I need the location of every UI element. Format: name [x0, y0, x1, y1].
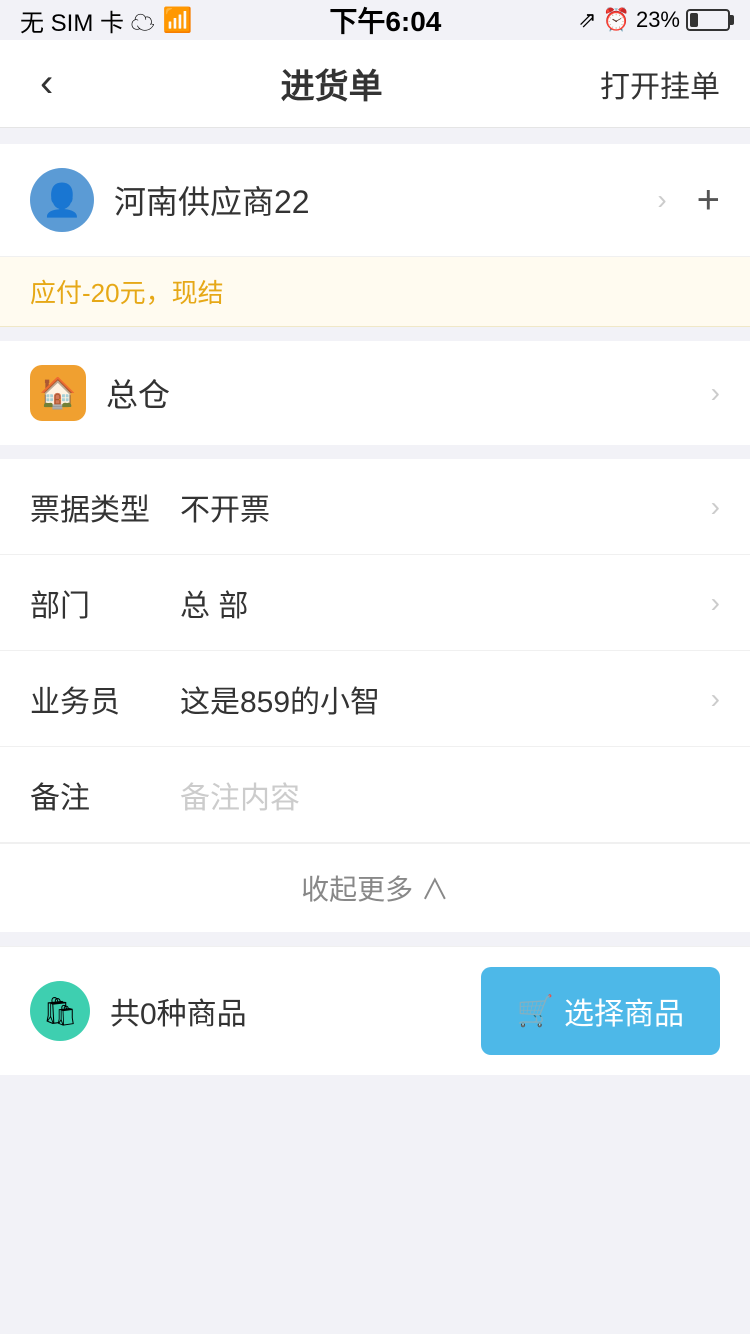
back-button[interactable]: ‹	[30, 51, 63, 116]
nav-bar: ‹ 进货单 打开挂单	[0, 40, 750, 128]
page-title: 进货单	[281, 59, 383, 108]
status-bar: 无 SIM 卡 ☁ 📶 下午6:04 ⇗ ⏰ 23%	[0, 0, 750, 40]
avatar-icon: 👤	[42, 181, 82, 219]
collapse-label: 收起更多 ∧	[301, 868, 449, 908]
warehouse-icon-bg: 🏠	[30, 365, 86, 421]
dept-row[interactable]: 部门 总 部 ›	[0, 555, 750, 651]
salesman-row[interactable]: 业务员 这是859的小智 ›	[0, 651, 750, 747]
collapse-row[interactable]: 收起更多 ∧	[0, 843, 750, 932]
salesman-value: 这是859的小智	[170, 677, 711, 721]
invoice-row[interactable]: 票据类型 不开票 ›	[0, 459, 750, 555]
dept-chevron-icon: ›	[711, 587, 720, 619]
warehouse-icon: 🏠	[39, 376, 76, 411]
battery-percent: 23%	[636, 7, 680, 33]
invoice-label: 票据类型	[30, 485, 170, 529]
supplier-section: 👤 河南供应商22 › + 应付-20元，现结	[0, 144, 750, 327]
product-icon-bg: 🛍	[30, 981, 90, 1041]
select-btn-label: 选择商品	[564, 989, 684, 1033]
dept-value: 总 部	[170, 581, 711, 625]
warehouse-section: 🏠 总仓 ›	[0, 341, 750, 445]
salesman-label: 业务员	[30, 677, 170, 721]
status-time: 下午6:04	[329, 0, 441, 40]
supplier-avatar: 👤	[30, 168, 94, 232]
supplier-chevron-icon: ›	[657, 184, 666, 216]
warehouse-row[interactable]: 🏠 总仓 ›	[0, 341, 750, 445]
supplier-name: 河南供应商22	[114, 177, 657, 223]
product-count: 共0种商品	[110, 989, 481, 1033]
product-icon: 🛍	[42, 995, 78, 1028]
wifi-icon: 📶	[163, 6, 193, 35]
top-divider	[0, 128, 750, 144]
location-icon: ⇗	[578, 7, 596, 33]
divider-1	[0, 327, 750, 341]
form-section: 票据类型 不开票 › 部门 总 部 › 业务员 这是859的小智 › 备注 备注…	[0, 459, 750, 932]
salesman-chevron-icon: ›	[711, 683, 720, 715]
warehouse-label: 总仓	[106, 370, 711, 416]
alert-text: 应付-20元，现结	[30, 278, 224, 308]
status-left: 无 SIM 卡 ☁ 📶	[20, 3, 193, 38]
invoice-value: 不开票	[170, 485, 711, 529]
invoice-chevron-icon: ›	[711, 491, 720, 523]
remark-label: 备注	[30, 773, 170, 817]
select-icon: 🛒	[517, 994, 554, 1029]
open-pending-button[interactable]: 打开挂单	[600, 62, 720, 106]
warehouse-chevron-icon: ›	[711, 377, 720, 409]
battery-icon	[686, 9, 730, 31]
select-product-button[interactable]: 🛒 选择商品	[481, 967, 720, 1055]
remark-placeholder: 备注内容	[170, 773, 720, 817]
alert-row: 应付-20元，现结	[0, 257, 750, 327]
dept-label: 部门	[30, 581, 170, 625]
supplier-add-button[interactable]: +	[697, 178, 720, 223]
supplier-row[interactable]: 👤 河南供应商22 › +	[0, 144, 750, 257]
sim-status: 无 SIM 卡 ☁	[20, 3, 155, 38]
remark-row[interactable]: 备注 备注内容	[0, 747, 750, 843]
status-right: ⇗ ⏰ 23%	[578, 7, 730, 33]
alarm-icon: ⏰	[603, 7, 630, 33]
bottom-bar: 🛍 共0种商品 🛒 选择商品	[0, 946, 750, 1075]
